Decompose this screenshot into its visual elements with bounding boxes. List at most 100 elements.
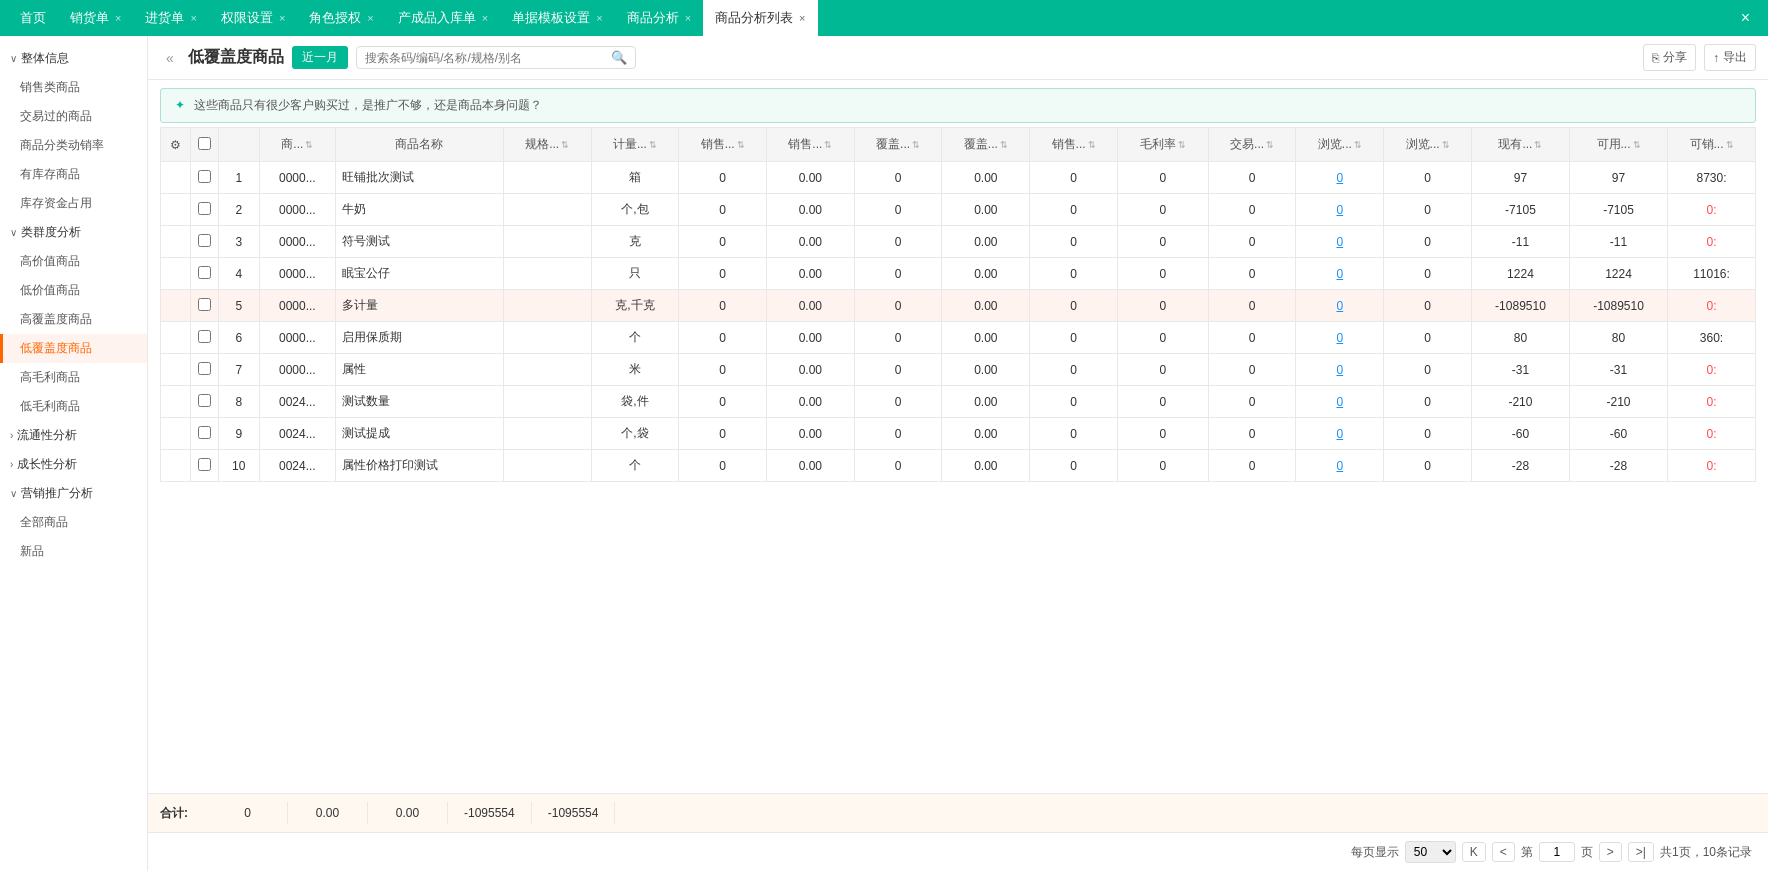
nav-product-analysis[interactable]: 商品分析 ×	[615, 0, 703, 36]
current-page-input[interactable]	[1539, 842, 1575, 862]
nav-template-settings[interactable]: 单据模板设置 ×	[500, 0, 614, 36]
browse1-cell[interactable]: 0	[1296, 162, 1384, 194]
close-icon[interactable]: ×	[279, 12, 285, 24]
window-close-button[interactable]: ×	[1731, 9, 1760, 27]
select-all-checkbox[interactable]	[198, 137, 211, 150]
period-button[interactable]: 近一月	[292, 46, 348, 69]
row-checkbox[interactable]	[198, 298, 211, 311]
sidebar-section-overall[interactable]: ∨ 整体信息	[0, 44, 147, 73]
row-checkbox[interactable]	[198, 266, 211, 279]
cover1-column-header[interactable]: 覆盖...⇅	[854, 128, 942, 162]
row-checkbox[interactable]	[198, 394, 211, 407]
current-column-header[interactable]: 现有...⇅	[1471, 128, 1569, 162]
checkbox-cell[interactable]	[191, 418, 219, 450]
checkbox-cell[interactable]	[191, 322, 219, 354]
first-page-button[interactable]: K	[1462, 842, 1486, 862]
search-input[interactable]	[365, 51, 611, 65]
sidebar-section-growth[interactable]: › 成长性分析	[0, 450, 147, 479]
sales-amt-column-header[interactable]: 销售...⇅	[767, 128, 855, 162]
sellable-column-header[interactable]: 可销...⇅	[1668, 128, 1756, 162]
browse1-cell[interactable]: 0	[1296, 226, 1384, 258]
row-checkbox[interactable]	[198, 170, 211, 183]
sidebar-item-low-margin[interactable]: 低毛利商品	[0, 392, 147, 421]
sales-qty-column-header[interactable]: 销售...⇅	[679, 128, 767, 162]
browse1-cell[interactable]: 0	[1296, 418, 1384, 450]
row-checkbox[interactable]	[198, 458, 211, 471]
settings-column-header[interactable]: ⚙	[161, 128, 191, 162]
checkbox-cell[interactable]	[191, 354, 219, 386]
checkbox-cell[interactable]	[191, 290, 219, 322]
close-icon[interactable]: ×	[596, 12, 602, 24]
browse1-cell[interactable]: 0	[1296, 290, 1384, 322]
checkbox-cell[interactable]	[191, 386, 219, 418]
row-checkbox[interactable]	[198, 362, 211, 375]
nav-product-analysis-list[interactable]: 商品分析列表 ×	[703, 0, 817, 36]
sidebar-section-group-analysis[interactable]: ∨ 类群度分析	[0, 218, 147, 247]
nav-purchase-order[interactable]: 进货单 ×	[133, 0, 208, 36]
sidebar-section-circulation[interactable]: › 流通性分析	[0, 421, 147, 450]
nav-permission-settings[interactable]: 权限设置 ×	[209, 0, 297, 36]
sidebar-item-traded-products[interactable]: 交易过的商品	[0, 102, 147, 131]
gross-column-header[interactable]: 毛利率⇅	[1117, 128, 1208, 162]
nav-sales-order[interactable]: 销货单 ×	[58, 0, 133, 36]
cover2-column-header[interactable]: 覆盖...⇅	[942, 128, 1030, 162]
close-icon[interactable]: ×	[115, 12, 121, 24]
browse2-column-header[interactable]: 浏览...⇅	[1384, 128, 1472, 162]
browse1-column-header[interactable]: 浏览...⇅	[1296, 128, 1384, 162]
sidebar-item-high-value[interactable]: 高价值商品	[0, 247, 147, 276]
export-button[interactable]: ↑ 导出	[1704, 44, 1756, 71]
checkbox-cell[interactable]	[191, 194, 219, 226]
checkbox-cell[interactable]	[191, 226, 219, 258]
nav-product-storage[interactable]: 产成品入库单 ×	[386, 0, 500, 36]
sidebar-item-all-products[interactable]: 全部商品	[0, 508, 147, 537]
last-page-button[interactable]: >|	[1628, 842, 1654, 862]
name-column-header[interactable]: 商品名称	[336, 128, 504, 162]
next-page-button[interactable]: >	[1599, 842, 1622, 862]
spec-column-header[interactable]: 规格...⇅	[503, 128, 591, 162]
checkbox-cell[interactable]	[191, 258, 219, 290]
sidebar-item-high-coverage[interactable]: 高覆盖度商品	[0, 305, 147, 334]
share-button[interactable]: ⎘ 分享	[1643, 44, 1696, 71]
trans-column-header[interactable]: 交易...⇅	[1208, 128, 1296, 162]
sales2-column-header[interactable]: 销售...⇅	[1030, 128, 1118, 162]
sidebar-item-inventory-capital[interactable]: 库存资金占用	[0, 189, 147, 218]
nav-home[interactable]: 首页	[8, 0, 58, 36]
close-icon[interactable]: ×	[367, 12, 373, 24]
code-column-header[interactable]: 商...⇅	[259, 128, 335, 162]
sidebar-item-stocked-products[interactable]: 有库存商品	[0, 160, 147, 189]
sales-amt-cell: 0.00	[767, 354, 855, 386]
checkbox-cell[interactable]	[191, 450, 219, 482]
sidebar-item-high-margin[interactable]: 高毛利商品	[0, 363, 147, 392]
sidebar-item-new-products[interactable]: 新品	[0, 537, 147, 566]
sidebar-collapse-button[interactable]: «	[160, 48, 180, 68]
browse1-cell[interactable]: 0	[1296, 322, 1384, 354]
close-icon[interactable]: ×	[799, 12, 805, 24]
code-cell: 0000...	[259, 258, 335, 290]
unit-column-header[interactable]: 计量...⇅	[591, 128, 679, 162]
browse1-cell[interactable]: 0	[1296, 450, 1384, 482]
row-checkbox[interactable]	[198, 426, 211, 439]
row-checkbox[interactable]	[198, 330, 211, 343]
browse1-cell[interactable]: 0	[1296, 258, 1384, 290]
close-icon[interactable]: ×	[685, 12, 691, 24]
checkbox-column-header[interactable]	[191, 128, 219, 162]
sales2-cell: 0	[1030, 258, 1118, 290]
close-icon[interactable]: ×	[190, 12, 196, 24]
sidebar-item-low-value[interactable]: 低价值商品	[0, 276, 147, 305]
browse1-cell[interactable]: 0	[1296, 386, 1384, 418]
close-icon[interactable]: ×	[482, 12, 488, 24]
sidebar-item-sales-products[interactable]: 销售类商品	[0, 73, 147, 102]
prev-page-button[interactable]: <	[1492, 842, 1515, 862]
nav-role-auth[interactable]: 角色授权 ×	[297, 0, 385, 36]
browse1-cell[interactable]: 0	[1296, 354, 1384, 386]
checkbox-cell[interactable]	[191, 162, 219, 194]
sidebar-item-low-coverage[interactable]: 低覆盖度商品	[0, 334, 147, 363]
cover1-cell: 0	[854, 418, 942, 450]
browse1-cell[interactable]: 0	[1296, 194, 1384, 226]
row-checkbox[interactable]	[198, 234, 211, 247]
per-page-select[interactable]: 50 100 200	[1405, 841, 1456, 863]
avail-column-header[interactable]: 可用...⇅	[1570, 128, 1668, 162]
sidebar-section-marketing[interactable]: ∨ 营销推广分析	[0, 479, 147, 508]
sidebar-item-category-rate[interactable]: 商品分类动销率	[0, 131, 147, 160]
row-checkbox[interactable]	[198, 202, 211, 215]
